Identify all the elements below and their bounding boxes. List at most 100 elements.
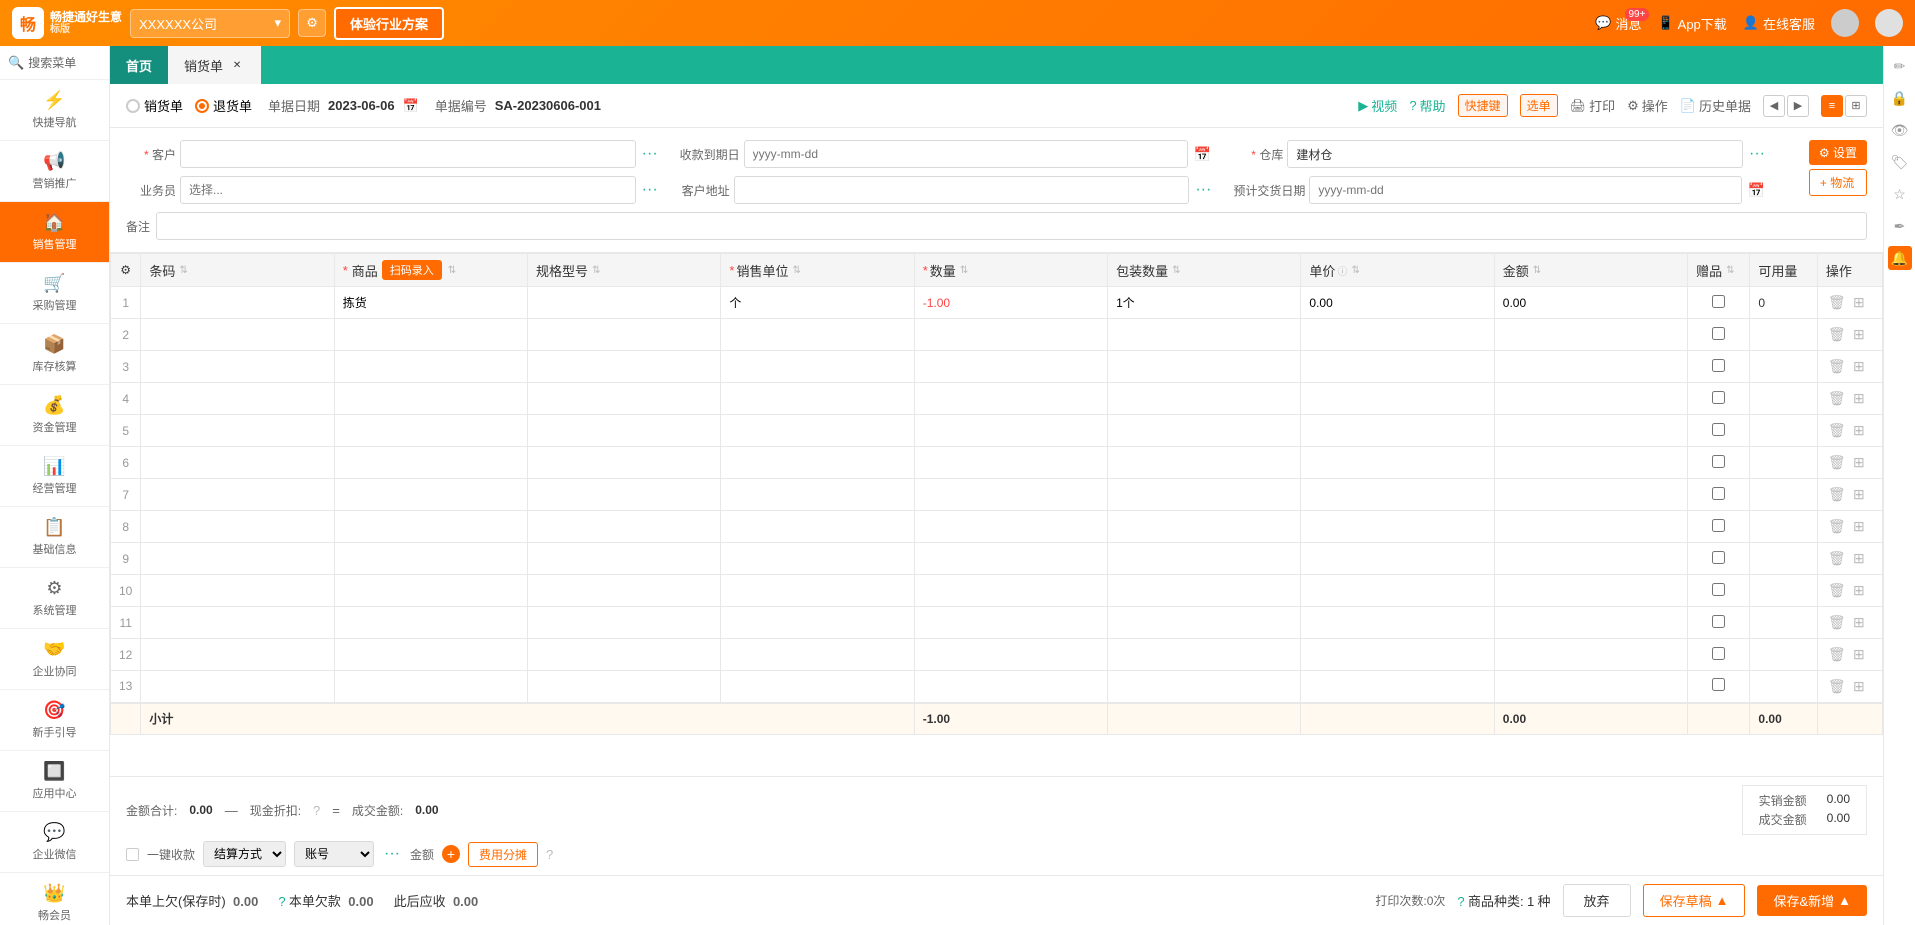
- delete-row-icon[interactable]: 🗑: [1826, 326, 1848, 342]
- sidebar-item-collab[interactable]: 🤝 企业协同: [0, 629, 109, 690]
- cell-gift[interactable]: [1688, 671, 1750, 703]
- gift-checkbox[interactable]: [1712, 327, 1725, 340]
- sidebar-item-system[interactable]: ⚙ 系统管理: [0, 568, 109, 629]
- delete-row-icon[interactable]: 🗑: [1826, 294, 1848, 310]
- delete-row-icon[interactable]: 🗑: [1826, 422, 1848, 438]
- cell-spec[interactable]: [528, 671, 721, 703]
- view-list-icon[interactable]: ≡: [1821, 95, 1843, 117]
- cell-unit[interactable]: [721, 671, 914, 703]
- cell-amount[interactable]: [1494, 351, 1687, 383]
- cell-spec[interactable]: [528, 319, 721, 351]
- copy-row-icon[interactable]: ⊞: [1851, 614, 1867, 630]
- cell-quantity[interactable]: [914, 607, 1107, 639]
- view-grid-icon[interactable]: ⊞: [1845, 95, 1867, 117]
- cell-unit[interactable]: [721, 287, 914, 319]
- rp-eye-icon[interactable]: 👁: [1888, 118, 1912, 142]
- cell-product[interactable]: [334, 415, 527, 447]
- cell-gift[interactable]: [1688, 447, 1750, 479]
- delete-row-icon[interactable]: 🗑: [1826, 678, 1848, 694]
- rp-notification-icon[interactable]: 🔔: [1888, 246, 1912, 270]
- cell-package-qty[interactable]: [1108, 479, 1301, 511]
- copy-row-icon[interactable]: ⊞: [1851, 326, 1867, 342]
- cell-unit-price[interactable]: [1301, 319, 1494, 351]
- abandon-button[interactable]: 放弃: [1563, 884, 1631, 917]
- gift-checkbox[interactable]: [1712, 647, 1725, 660]
- calendar-icon[interactable]: 📅: [403, 98, 419, 114]
- gift-checkbox[interactable]: [1712, 678, 1725, 691]
- cell-unit-price[interactable]: [1301, 479, 1494, 511]
- history-link[interactable]: 📄 历史单据: [1680, 96, 1751, 115]
- tab-close-icon[interactable]: ✕: [229, 57, 245, 73]
- cell-product[interactable]: [334, 575, 527, 607]
- cell-unit[interactable]: [721, 319, 914, 351]
- sidebar-item-quick-nav[interactable]: ⚡ 快捷导航: [0, 80, 109, 141]
- cell-product[interactable]: [334, 639, 527, 671]
- product-type-icon[interactable]: ?: [1457, 894, 1464, 909]
- copy-row-icon[interactable]: ⊞: [1851, 294, 1867, 310]
- delete-row-icon[interactable]: 🗑: [1826, 358, 1848, 374]
- cell-gift[interactable]: [1688, 639, 1750, 671]
- cell-amount[interactable]: [1494, 447, 1687, 479]
- cell-gift[interactable]: [1688, 287, 1750, 319]
- one-click-payment-checkbox[interactable]: [126, 848, 139, 861]
- rp-tag-icon[interactable]: 🏷: [1888, 150, 1912, 174]
- salesperson-input[interactable]: [180, 176, 636, 204]
- cell-quantity[interactable]: [914, 639, 1107, 671]
- copy-row-icon[interactable]: ⊞: [1851, 646, 1867, 662]
- th-settings[interactable]: ⚙: [111, 254, 141, 287]
- cell-product[interactable]: [334, 543, 527, 575]
- cell-quantity[interactable]: [914, 511, 1107, 543]
- cell-barcode[interactable]: [141, 383, 334, 415]
- sidebar-item-base[interactable]: 📋 基础信息: [0, 507, 109, 568]
- cell-product[interactable]: [334, 671, 527, 703]
- cell-product[interactable]: [334, 511, 527, 543]
- save-new-button[interactable]: 保存&新增 ▲: [1757, 885, 1867, 916]
- customer-more-btn[interactable]: ···: [640, 145, 660, 163]
- cell-amount[interactable]: [1494, 319, 1687, 351]
- cell-quantity[interactable]: [914, 287, 1107, 319]
- radio-return[interactable]: 退货单: [195, 96, 252, 115]
- cell-unit[interactable]: [721, 639, 914, 671]
- sidebar-item-wechat[interactable]: 💬 企业微信: [0, 812, 109, 873]
- sidebar-item-guide[interactable]: 🎯 新手引导: [0, 690, 109, 751]
- salesperson-more-btn[interactable]: ···: [640, 181, 660, 199]
- app-download-item[interactable]: 📱 App下载: [1657, 14, 1726, 33]
- copy-row-icon[interactable]: ⊞: [1851, 582, 1867, 598]
- cell-spec[interactable]: [528, 543, 721, 575]
- delete-row-icon[interactable]: 🗑: [1826, 614, 1848, 630]
- scan-barcode-button[interactable]: 扫码录入: [382, 260, 442, 280]
- expense-help-icon[interactable]: ?: [546, 847, 553, 862]
- discount-help-icon[interactable]: ?: [313, 803, 320, 818]
- cell-gift[interactable]: [1688, 383, 1750, 415]
- cell-barcode[interactable]: [141, 607, 334, 639]
- cell-gift[interactable]: [1688, 319, 1750, 351]
- account-more-btn[interactable]: ···: [382, 845, 402, 863]
- operate-link[interactable]: ⚙ 操作: [1627, 96, 1668, 115]
- cell-barcode[interactable]: [141, 543, 334, 575]
- rp-lock-icon[interactable]: 🔒: [1888, 86, 1912, 110]
- cell-barcode[interactable]: [141, 479, 334, 511]
- sort-icon8[interactable]: ⇅: [1533, 265, 1541, 276]
- customer-address-more-btn[interactable]: ···: [1193, 181, 1213, 199]
- cell-unit-price[interactable]: [1301, 511, 1494, 543]
- copy-row-icon[interactable]: ⊞: [1851, 486, 1867, 502]
- print-link[interactable]: 🖨 打印: [1570, 96, 1616, 115]
- copy-row-icon[interactable]: ⊞: [1851, 358, 1867, 374]
- experience-button[interactable]: 体验行业方案: [334, 7, 444, 40]
- company-selector[interactable]: XXXXXX公司 ▾: [130, 9, 290, 38]
- cell-package-qty[interactable]: [1108, 511, 1301, 543]
- cell-unit[interactable]: [721, 447, 914, 479]
- cell-unit[interactable]: [721, 511, 914, 543]
- sort-icon[interactable]: ⇅: [179, 265, 187, 276]
- video-link[interactable]: ▶ 视频: [1358, 96, 1397, 115]
- sidebar-item-purchase[interactable]: 🛒 采购管理: [0, 263, 109, 324]
- cell-product[interactable]: [334, 351, 527, 383]
- cell-amount[interactable]: [1494, 543, 1687, 575]
- delete-row-icon[interactable]: 🗑: [1826, 550, 1848, 566]
- cell-amount[interactable]: [1494, 639, 1687, 671]
- user-avatar2[interactable]: [1875, 9, 1903, 37]
- cell-unit[interactable]: [721, 607, 914, 639]
- sort-icon2[interactable]: ⇅: [448, 265, 456, 276]
- delete-row-icon[interactable]: 🗑: [1826, 646, 1848, 662]
- cell-gift[interactable]: [1688, 479, 1750, 511]
